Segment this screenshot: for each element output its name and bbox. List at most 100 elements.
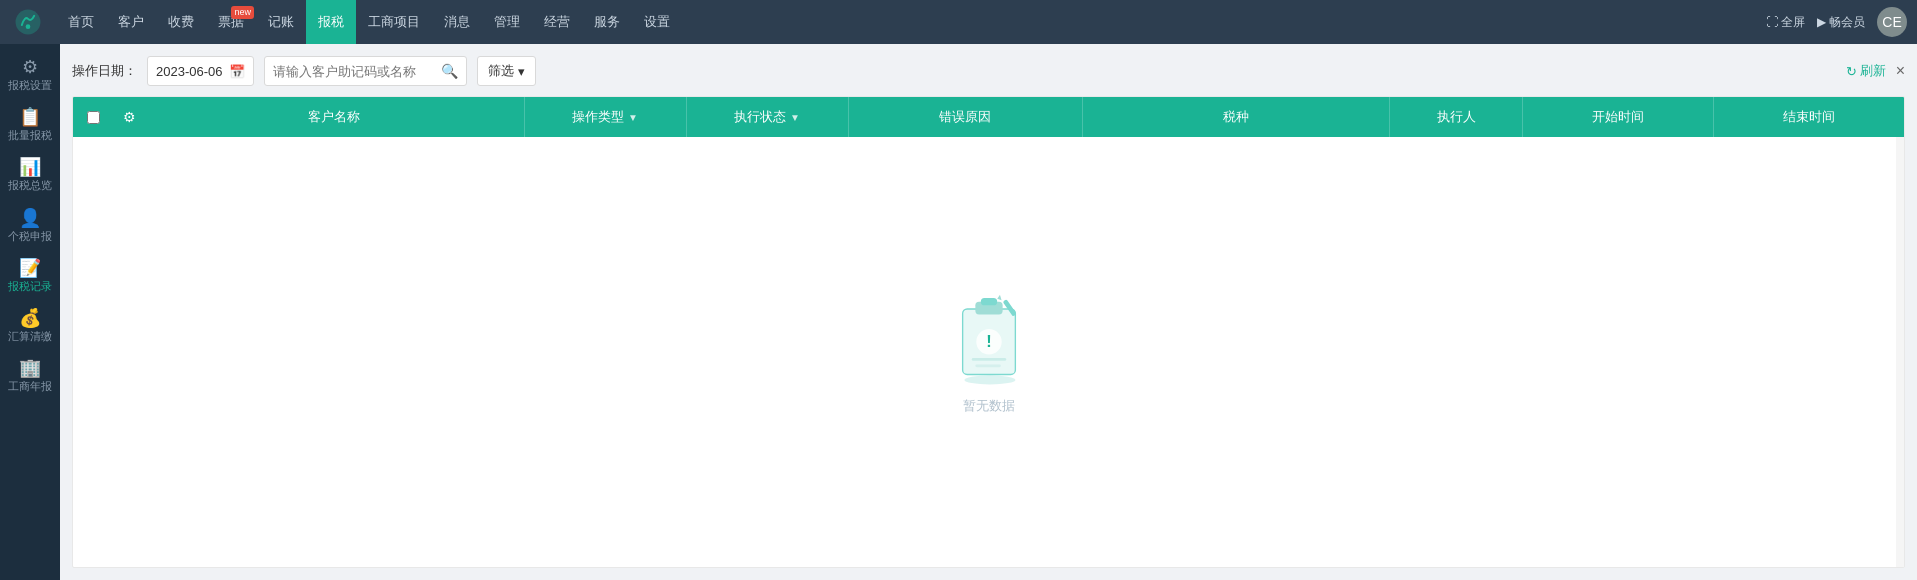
date-value: 2023-06-06 <box>156 64 223 79</box>
content-area: 操作日期： 2023-06-06 📅 🔍 筛选 ▾ ↻ 刷新 × <box>60 44 1917 580</box>
fullscreen-icon: ⛶ <box>1766 15 1778 29</box>
scrollbar[interactable] <box>1896 137 1904 567</box>
nav-item-首页[interactable]: 首页 <box>56 0 106 44</box>
avatar-text: CE <box>1882 14 1901 30</box>
sidebar-item-汇算清缴[interactable]: 💰 汇算清缴 <box>0 301 60 351</box>
empty-state: ! 暂无数据 <box>944 289 1034 415</box>
th-name: 客户名称 <box>145 97 525 137</box>
svg-marker-11 <box>996 295 1003 302</box>
th-status-label: 执行状态 <box>734 108 786 126</box>
sidebar-icon: ⚙ <box>22 58 38 76</box>
refresh-button[interactable]: ↻ 刷新 <box>1846 62 1886 80</box>
refresh-label: 刷新 <box>1860 62 1886 80</box>
nav-item-票据[interactable]: 票据new <box>206 0 256 44</box>
sidebar-item-个税申报[interactable]: 👤 个税申报 <box>0 201 60 251</box>
vip-button[interactable]: ▶ 畅会员 <box>1817 14 1865 31</box>
th-executor-label: 执行人 <box>1437 108 1476 126</box>
date-label: 操作日期： <box>72 62 137 80</box>
nav-right: ⛶ 全屏 ▶ 畅会员 CE <box>1766 7 1907 37</box>
nav-item-工商项目[interactable]: 工商项目 <box>356 0 432 44</box>
sidebar-item-报税记录[interactable]: 📝 报税记录 <box>0 251 60 301</box>
avatar[interactable]: CE <box>1877 7 1907 37</box>
svg-point-0 <box>16 10 41 35</box>
nav-item-记账[interactable]: 记账 <box>256 0 306 44</box>
table-header: ⚙ 客户名称 操作类型 ▼ 执行状态 ▼ 错误原因 税种 <box>73 97 1904 137</box>
th-optype[interactable]: 操作类型 ▼ <box>525 97 687 137</box>
data-table: ⚙ 客户名称 操作类型 ▼ 执行状态 ▼ 错误原因 税种 <box>72 96 1905 568</box>
nav-item-管理[interactable]: 管理 <box>482 0 532 44</box>
main-layout: ⚙ 报税设置 📋批量报税 📊 报税总览 👤 个税申报 📝 报税记录 💰 汇算清缴 🏢 工商年报 操作日期… <box>0 44 1917 580</box>
select-all-checkbox[interactable] <box>73 111 113 124</box>
nav-item-客户[interactable]: 客户 <box>106 0 156 44</box>
filter-button[interactable]: 筛选 ▾ <box>477 56 536 86</box>
th-starttime: 开始时间 <box>1523 97 1714 137</box>
th-optype-label: 操作类型 <box>572 108 624 126</box>
sidebar-label: 个税申报 <box>8 230 52 243</box>
th-name-label: 客户名称 <box>308 108 360 126</box>
table-body: ! 暂无数据 <box>73 137 1904 567</box>
column-settings-icon[interactable]: ⚙ <box>113 109 145 125</box>
search-input[interactable] <box>273 64 441 79</box>
th-error: 错误原因 <box>849 97 1084 137</box>
svg-point-2 <box>964 375 1015 384</box>
nav-item-服务[interactable]: 服务 <box>582 0 632 44</box>
toolbar-right: ↻ 刷新 × <box>1846 62 1905 80</box>
nav-item-收费[interactable]: 收费 <box>156 0 206 44</box>
sidebar-label: 工商年报 <box>8 380 52 393</box>
search-icon[interactable]: 🔍 <box>441 63 458 79</box>
calendar-icon: 📅 <box>229 64 245 79</box>
svg-rect-9 <box>975 364 1000 367</box>
sidebar-icon: 📊 <box>19 158 41 176</box>
sidebar-label: 报税记录 <box>8 280 52 293</box>
nav-item-经营[interactable]: 经营 <box>532 0 582 44</box>
sidebar-label: 汇算清缴 <box>8 330 52 343</box>
logo[interactable] <box>10 4 46 40</box>
top-navigation: 首页客户收费票据new记账报税工商项目消息管理经营服务设置 ⛶ 全屏 ▶ 畅会员… <box>0 0 1917 44</box>
vip-icon: ▶ <box>1817 15 1826 29</box>
fullscreen-label: 全屏 <box>1781 14 1805 31</box>
chevron-down-icon: ▾ <box>518 64 525 79</box>
sidebar: ⚙ 报税设置 📋批量报税 📊 报税总览 👤 个税申报 📝 报税记录 💰 汇算清缴 🏢 工商年报 <box>0 44 60 580</box>
sidebar-item-报税设置[interactable]: ⚙ 报税设置 <box>0 50 60 100</box>
th-endtime: 结束时间 <box>1714 97 1904 137</box>
sidebar-item-报税总览[interactable]: 📊 报税总览 <box>0 150 60 200</box>
th-endtime-label: 结束时间 <box>1783 108 1835 126</box>
th-starttime-label: 开始时间 <box>1592 108 1644 126</box>
sidebar-icon: 👤 <box>19 209 41 227</box>
sort-icon-optype: ▼ <box>628 112 638 123</box>
th-error-label: 错误原因 <box>939 108 991 126</box>
checkbox-all[interactable] <box>87 111 100 124</box>
toolbar: 操作日期： 2023-06-06 📅 🔍 筛选 ▾ ↻ 刷新 × <box>72 56 1905 86</box>
empty-text: 暂无数据 <box>963 397 1015 415</box>
filter-label: 筛选 <box>488 62 514 80</box>
sidebar-label: 报税设置 <box>8 79 52 92</box>
sidebar-icon: 💰 <box>19 309 41 327</box>
sort-icon-status: ▼ <box>790 112 800 123</box>
vip-label: 畅会员 <box>1829 14 1865 31</box>
th-tax: 税种 <box>1083 97 1390 137</box>
svg-rect-8 <box>971 358 1006 361</box>
svg-point-1 <box>26 24 31 29</box>
sidebar-label: 报税总览 <box>8 179 52 192</box>
refresh-icon: ↻ <box>1846 64 1857 79</box>
search-box: 🔍 <box>264 56 467 86</box>
sidebar-label: 批量报税 <box>8 129 52 142</box>
sidebar-item-工商年报[interactable]: 🏢 工商年报 <box>0 351 60 401</box>
empty-icon: ! <box>944 289 1034 389</box>
svg-text:!: ! <box>986 332 991 350</box>
fullscreen-button[interactable]: ⛶ 全屏 <box>1766 14 1805 31</box>
svg-rect-5 <box>980 298 996 305</box>
sidebar-icon: 📝 <box>19 259 41 277</box>
date-picker[interactable]: 2023-06-06 📅 <box>147 56 254 86</box>
nav-item-设置[interactable]: 设置 <box>632 0 682 44</box>
nav-item-消息[interactable]: 消息 <box>432 0 482 44</box>
badge-new: new <box>231 6 254 19</box>
nav-items: 首页客户收费票据new记账报税工商项目消息管理经营服务设置 <box>56 0 1766 44</box>
th-executor: 执行人 <box>1390 97 1523 137</box>
th-status[interactable]: 执行状态 ▼ <box>687 97 849 137</box>
th-tax-label: 税种 <box>1223 108 1249 126</box>
sidebar-icon: 🏢 <box>19 359 41 377</box>
close-button[interactable]: × <box>1896 62 1905 80</box>
sidebar-item-批量报税[interactable]: 📋批量报税 <box>0 100 60 150</box>
nav-item-报税[interactable]: 报税 <box>306 0 356 44</box>
